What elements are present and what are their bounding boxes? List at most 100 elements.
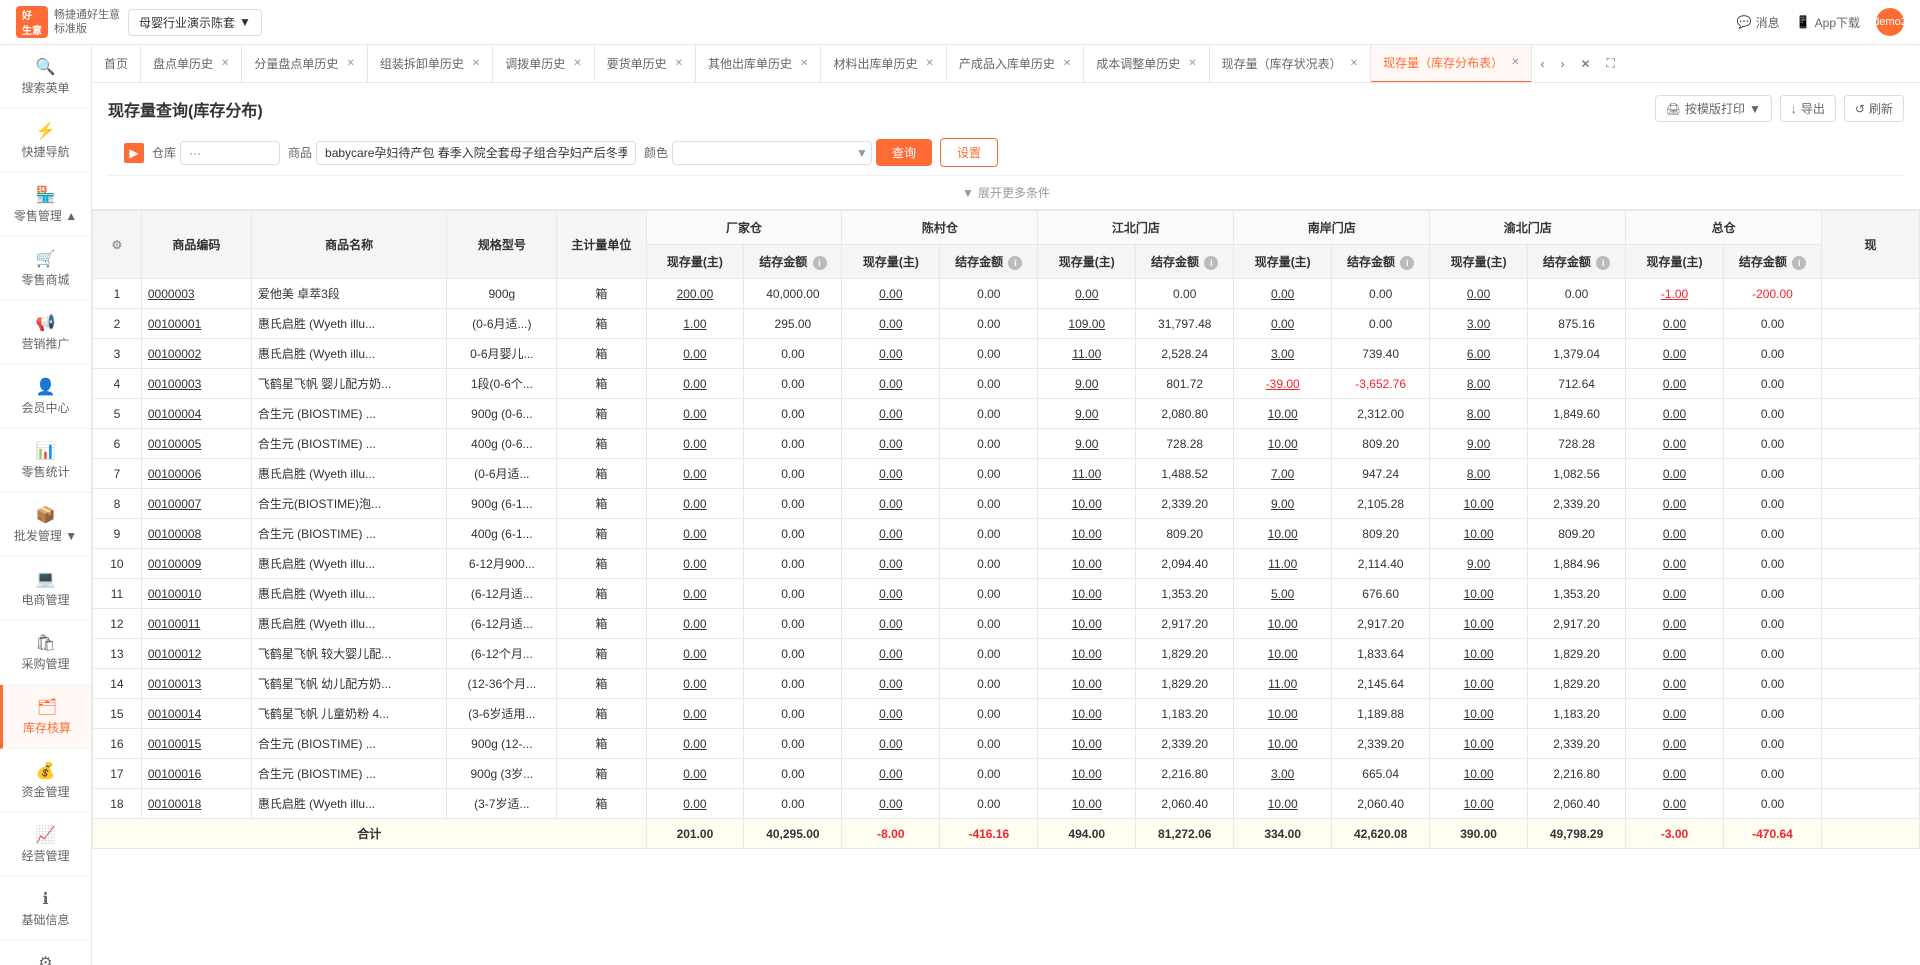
row-ck2-qty[interactable]: 0.00 [842, 339, 940, 369]
row-ck5-qty[interactable]: 10.00 [1430, 699, 1528, 729]
row-ck1-qty[interactable]: 0.00 [646, 729, 744, 759]
row-ck4-qty[interactable]: 3.00 [1234, 339, 1332, 369]
sidebar-item-basic[interactable]: ℹ 基础信息 [0, 877, 91, 941]
row-ck3-qty[interactable]: 9.00 [1038, 429, 1136, 459]
row-ck4-qty[interactable]: 3.00 [1234, 759, 1332, 789]
export-btn[interactable]: ↓ 导出 [1780, 95, 1836, 122]
row-ck5-qty[interactable]: 10.00 [1430, 729, 1528, 759]
row-ck5-qty[interactable]: 10.00 [1430, 579, 1528, 609]
row-ck2-qty[interactable]: 0.00 [842, 489, 940, 519]
row-ck4-qty[interactable]: 0.00 [1234, 309, 1332, 339]
row-ck1-qty[interactable]: 1.00 [646, 309, 744, 339]
row-ck3-qty[interactable]: 10.00 [1038, 699, 1136, 729]
row-code[interactable]: 00100011 [141, 609, 251, 639]
tab-product-inbound[interactable]: 产成品入库单历史 ✕ [947, 45, 1084, 83]
row-ck2-qty[interactable]: 0.00 [842, 519, 940, 549]
row-ck1-qty[interactable]: 0.00 [646, 489, 744, 519]
row-ck6-qty[interactable]: 0.00 [1626, 549, 1724, 579]
info-icon[interactable]: i [1400, 256, 1414, 270]
sidebar-item-system[interactable]: ⚙ 系统管理 [0, 941, 91, 965]
row-ck4-qty[interactable]: 9.00 [1234, 489, 1332, 519]
row-ck4-qty[interactable]: 10.00 [1234, 429, 1332, 459]
row-ck1-qty[interactable]: 0.00 [646, 789, 744, 819]
row-ck4-qty[interactable]: 10.00 [1234, 699, 1332, 729]
row-ck1-qty[interactable]: 0.00 [646, 429, 744, 459]
row-ck1-qty[interactable]: 0.00 [646, 669, 744, 699]
row-ck3-qty[interactable]: 109.00 [1038, 309, 1136, 339]
row-ck5-qty[interactable]: 10.00 [1430, 759, 1528, 789]
row-ck1-qty[interactable]: 0.00 [646, 579, 744, 609]
row-ck4-qty[interactable]: 0.00 [1234, 279, 1332, 309]
close-icon[interactable]: ✕ [1511, 57, 1519, 68]
info-icon[interactable]: i [1792, 256, 1806, 270]
row-ck5-qty[interactable]: 3.00 [1430, 309, 1528, 339]
close-icon[interactable]: ✕ [1350, 58, 1358, 69]
row-ck2-qty[interactable]: 0.00 [842, 549, 940, 579]
row-ck3-qty[interactable]: 10.00 [1038, 519, 1136, 549]
row-code[interactable]: 00100015 [141, 729, 251, 759]
row-ck4-qty[interactable]: 10.00 [1234, 729, 1332, 759]
row-ck6-qty[interactable]: 0.00 [1626, 309, 1724, 339]
info-icon[interactable]: i [1008, 256, 1022, 270]
close-icon[interactable]: ✕ [472, 58, 480, 69]
close-icon[interactable]: ✕ [346, 58, 354, 69]
row-ck4-qty[interactable]: 11.00 [1234, 549, 1332, 579]
row-ck1-qty[interactable]: 0.00 [646, 459, 744, 489]
row-ck1-qty[interactable]: 0.00 [646, 369, 744, 399]
row-ck3-qty[interactable]: 10.00 [1038, 759, 1136, 789]
row-code[interactable]: 00100018 [141, 789, 251, 819]
row-ck3-qty[interactable]: 10.00 [1038, 729, 1136, 759]
row-code[interactable]: 00100013 [141, 669, 251, 699]
close-icon[interactable]: ✕ [800, 58, 808, 69]
tab-assembly[interactable]: 组装拆卸单历史 ✕ [368, 45, 493, 83]
row-ck2-qty[interactable]: 0.00 [842, 309, 940, 339]
row-ck6-qty[interactable]: 0.00 [1626, 789, 1724, 819]
row-ck4-qty[interactable]: 11.00 [1234, 669, 1332, 699]
close-icon[interactable]: ✕ [1063, 58, 1071, 69]
row-ck4-qty[interactable]: 10.00 [1234, 399, 1332, 429]
row-code[interactable]: 00100004 [141, 399, 251, 429]
avatar[interactable]: demo2 [1876, 8, 1904, 36]
print-btn[interactable]: 🖨 按模版打印 ▼ [1655, 95, 1772, 122]
row-ck2-qty[interactable]: 0.00 [842, 459, 940, 489]
row-ck5-qty[interactable]: 8.00 [1430, 369, 1528, 399]
sidebar-item-marketing[interactable]: 📢 营销推广 [0, 301, 91, 365]
row-ck2-qty[interactable]: 0.00 [842, 579, 940, 609]
row-ck2-qty[interactable]: 0.00 [842, 759, 940, 789]
sidebar-item-search[interactable]: 🔍 搜索英单 [0, 45, 91, 109]
row-ck6-qty[interactable]: 0.00 [1626, 609, 1724, 639]
row-ck1-qty[interactable]: 200.00 [646, 279, 744, 309]
row-ck1-qty[interactable]: 0.00 [646, 609, 744, 639]
row-ck6-qty[interactable]: -1.00 [1626, 279, 1724, 309]
row-ck6-qty[interactable]: 0.00 [1626, 339, 1724, 369]
refresh-btn[interactable]: ↺ 刷新 [1844, 95, 1904, 122]
sidebar-item-finance[interactable]: 💰 资金管理 [0, 749, 91, 813]
tab-stocktake[interactable]: 盘点单历史 ✕ [141, 45, 242, 83]
app-download-btn[interactable]: 📱 App下载 [1796, 14, 1860, 31]
row-ck3-qty[interactable]: 11.00 [1038, 459, 1136, 489]
row-ck2-qty[interactable]: 0.00 [842, 429, 940, 459]
color-input[interactable] [672, 141, 872, 165]
tab-cost-adjust[interactable]: 成本调整单历史 ✕ [1084, 45, 1209, 83]
row-ck5-qty[interactable]: 10.00 [1430, 489, 1528, 519]
tab-nav-next[interactable]: › [1552, 57, 1572, 71]
row-ck6-qty[interactable]: 0.00 [1626, 579, 1724, 609]
tab-partial-stocktake[interactable]: 分量盘点单历史 ✕ [242, 45, 367, 83]
row-ck1-qty[interactable]: 0.00 [646, 639, 744, 669]
goods-input[interactable] [316, 141, 636, 165]
row-ck1-qty[interactable]: 0.00 [646, 759, 744, 789]
row-ck5-qty[interactable]: 10.00 [1430, 609, 1528, 639]
row-ck4-qty[interactable]: 10.00 [1234, 519, 1332, 549]
row-code[interactable]: 00100016 [141, 759, 251, 789]
row-code[interactable]: 00100005 [141, 429, 251, 459]
row-ck2-qty[interactable]: 0.00 [842, 399, 940, 429]
row-ck6-qty[interactable]: 0.00 [1626, 699, 1724, 729]
close-icon[interactable]: ✕ [1188, 58, 1196, 69]
row-ck1-qty[interactable]: 0.00 [646, 549, 744, 579]
row-ck4-qty[interactable]: 10.00 [1234, 609, 1332, 639]
row-code[interactable]: 00100001 [141, 309, 251, 339]
row-ck1-qty[interactable]: 0.00 [646, 339, 744, 369]
row-ck3-qty[interactable]: 10.00 [1038, 489, 1136, 519]
row-code[interactable]: 00100002 [141, 339, 251, 369]
tab-transfer[interactable]: 调拨单历史 ✕ [493, 45, 594, 83]
